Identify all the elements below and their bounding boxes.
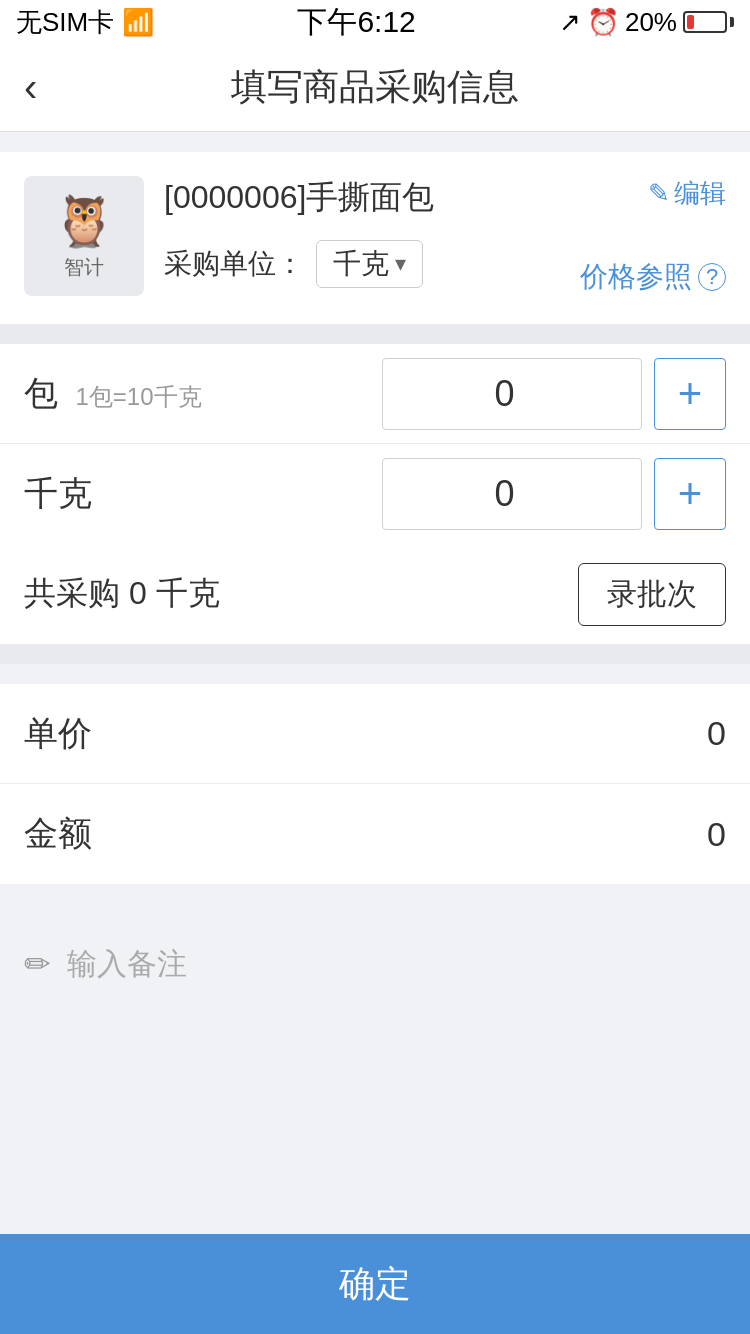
status-bar: 无SIM卡 📶 下午6:12 ↗ ⏰ 20% bbox=[0, 0, 750, 44]
bag-quantity-input[interactable] bbox=[382, 358, 642, 430]
product-thumb-label: 智计 bbox=[64, 254, 104, 281]
summary-text: 共采购 0 千克 bbox=[24, 572, 220, 616]
back-button[interactable]: ‹ bbox=[24, 65, 37, 110]
product-name: [0000006]手撕面包 bbox=[164, 176, 726, 220]
unit-value: 千克 bbox=[333, 245, 389, 283]
edit-label: 编辑 bbox=[674, 176, 726, 211]
amount-value: 0 bbox=[707, 815, 726, 854]
pencil-icon: ✏ bbox=[24, 945, 51, 983]
help-icon: ? bbox=[698, 263, 726, 291]
record-batch-button[interactable]: 录批次 bbox=[578, 563, 726, 626]
chevron-down-icon: ▾ bbox=[395, 251, 406, 277]
edit-icon: ✎ bbox=[648, 178, 670, 209]
bag-label: 包 1包=10千克 bbox=[24, 371, 382, 417]
kg-quantity-input[interactable] bbox=[382, 458, 642, 530]
status-left: 无SIM卡 📶 bbox=[16, 5, 154, 40]
edit-button[interactable]: ✎ 编辑 bbox=[648, 176, 726, 211]
summary-prefix: 共采购 bbox=[24, 575, 120, 611]
plus-icon: + bbox=[678, 370, 703, 418]
price-info-section: 单价 0 金额 0 bbox=[0, 684, 750, 884]
battery-icon bbox=[683, 11, 734, 33]
unit-price-value: 0 bbox=[707, 714, 726, 753]
kg-plus-icon: + bbox=[678, 470, 703, 518]
bag-input-right: + bbox=[382, 358, 726, 430]
price-reference-button[interactable]: 价格参照 ? bbox=[580, 258, 726, 296]
unit-select[interactable]: 千克 ▾ bbox=[316, 240, 423, 288]
section-divider-2 bbox=[0, 644, 750, 664]
unit-price-row: 单价 0 bbox=[0, 684, 750, 784]
unit-label: 采购单位： bbox=[164, 245, 304, 283]
alarm-icon: ⏰ bbox=[587, 7, 619, 38]
confirm-label: 确定 bbox=[339, 1260, 411, 1309]
section-divider-1 bbox=[0, 324, 750, 344]
kg-plus-button[interactable]: + bbox=[654, 458, 726, 530]
battery-percent: 20% bbox=[625, 7, 677, 38]
nav-bar: ‹ 填写商品采购信息 bbox=[0, 44, 750, 132]
page-title: 填写商品采购信息 bbox=[231, 63, 519, 112]
product-owl-icon: 🦉 bbox=[53, 192, 115, 250]
confirm-button[interactable]: 确定 bbox=[0, 1234, 750, 1334]
bag-input-row: 包 1包=10千克 + bbox=[0, 344, 750, 444]
bag-plus-button[interactable]: + bbox=[654, 358, 726, 430]
summary-unit: 千克 bbox=[156, 575, 220, 611]
kg-label: 千克 bbox=[24, 471, 382, 517]
notes-placeholder: 输入备注 bbox=[67, 944, 187, 985]
amount-row: 金额 0 bbox=[0, 784, 750, 884]
wifi-icon: 📶 bbox=[122, 7, 154, 38]
product-thumbnail: 🦉 智计 bbox=[24, 176, 144, 296]
summary-row: 共采购 0 千克 录批次 bbox=[0, 544, 750, 644]
kg-input-right: + bbox=[382, 458, 726, 530]
input-section: 包 1包=10千克 + 千克 + bbox=[0, 344, 750, 544]
carrier-label: 无SIM卡 bbox=[16, 5, 114, 40]
status-right: ↗ ⏰ 20% bbox=[559, 7, 734, 38]
notes-area[interactable]: ✏ 输入备注 bbox=[0, 904, 750, 1024]
product-card: 🦉 智计 [0000006]手撕面包 采购单位： 千克 ▾ ✎ 编辑 价格参照 … bbox=[0, 152, 750, 324]
bag-sublabel: 1包=10千克 bbox=[75, 383, 201, 410]
price-ref-label: 价格参照 bbox=[580, 258, 692, 296]
kg-input-row: 千克 + bbox=[0, 444, 750, 544]
unit-price-label: 单价 bbox=[24, 711, 92, 757]
summary-value: 0 bbox=[129, 575, 156, 611]
status-time: 下午6:12 bbox=[297, 2, 415, 43]
location-icon: ↗ bbox=[559, 7, 581, 38]
amount-label: 金额 bbox=[24, 811, 92, 857]
